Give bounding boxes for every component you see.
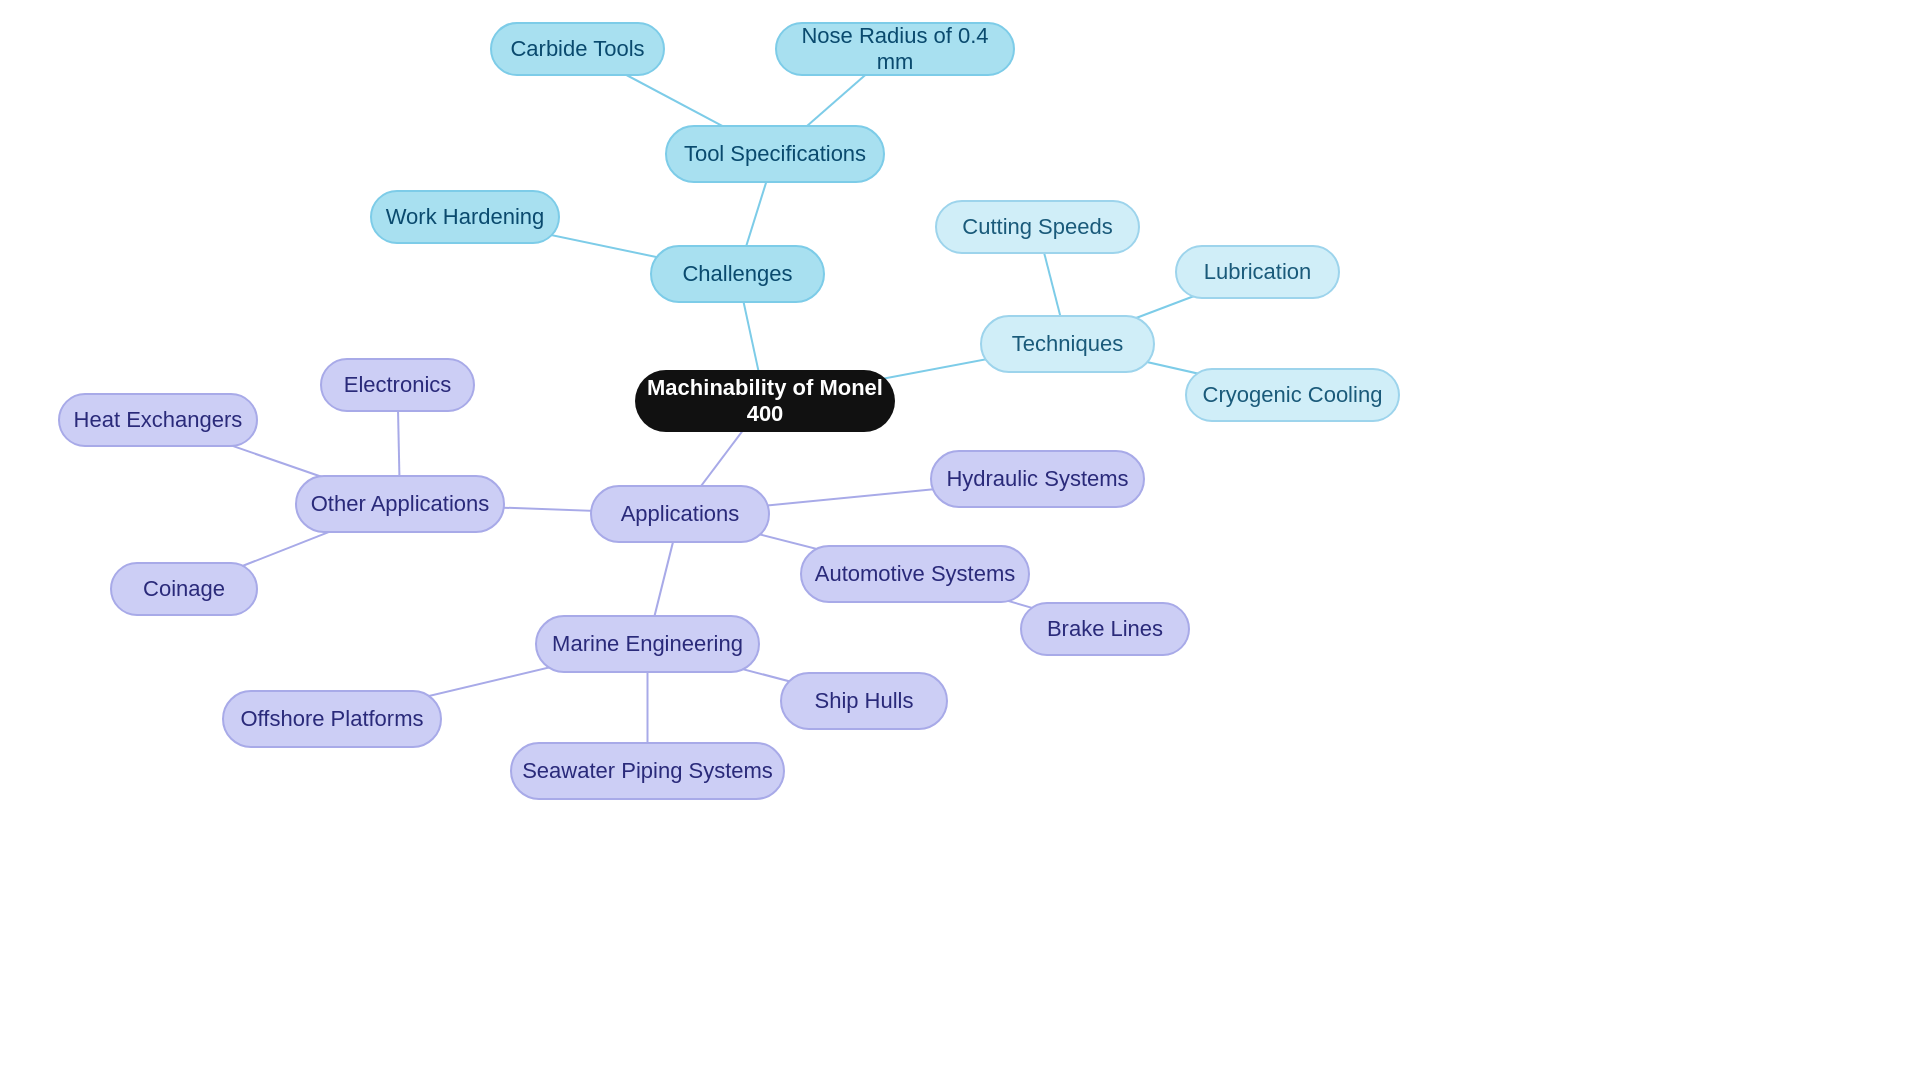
heat-exchangers-label: Heat Exchangers: [66, 407, 251, 433]
hydraulic-systems-node[interactable]: Hydraulic Systems: [930, 450, 1145, 508]
center-label: Machinability of Monel 400: [635, 375, 895, 428]
work-hardening-node[interactable]: Work Hardening: [370, 190, 560, 244]
seawater-piping-node[interactable]: Seawater Piping Systems: [510, 742, 785, 800]
applications-label: Applications: [613, 501, 748, 527]
cryogenic-cooling-node[interactable]: Cryogenic Cooling: [1185, 368, 1400, 422]
offshore-platforms-label: Offshore Platforms: [233, 706, 432, 732]
brake-lines-node[interactable]: Brake Lines: [1020, 602, 1190, 656]
coinage-label: Coinage: [135, 576, 233, 602]
center-node[interactable]: Machinability of Monel 400: [635, 370, 895, 432]
nose-radius-label: Nose Radius of 0.4 mm: [777, 23, 1013, 76]
challenges-node[interactable]: Challenges: [650, 245, 825, 303]
cutting-speeds-label: Cutting Speeds: [954, 214, 1120, 240]
offshore-platforms-node[interactable]: Offshore Platforms: [222, 690, 442, 748]
marine-engineering-label: Marine Engineering: [544, 631, 751, 657]
applications-node[interactable]: Applications: [590, 485, 770, 543]
hydraulic-systems-label: Hydraulic Systems: [938, 466, 1136, 492]
tool-specs-node[interactable]: Tool Specifications: [665, 125, 885, 183]
nose-radius-node[interactable]: Nose Radius of 0.4 mm: [775, 22, 1015, 76]
electronics-label: Electronics: [336, 372, 460, 398]
work-hardening-label: Work Hardening: [378, 204, 553, 230]
lubrication-label: Lubrication: [1196, 259, 1320, 285]
techniques-label: Techniques: [1004, 331, 1131, 357]
heat-exchangers-node[interactable]: Heat Exchangers: [58, 393, 258, 447]
coinage-node[interactable]: Coinage: [110, 562, 258, 616]
other-applications-label: Other Applications: [303, 491, 498, 517]
challenges-label: Challenges: [674, 261, 800, 287]
other-applications-node[interactable]: Other Applications: [295, 475, 505, 533]
seawater-piping-label: Seawater Piping Systems: [514, 758, 781, 784]
cutting-speeds-node[interactable]: Cutting Speeds: [935, 200, 1140, 254]
carbide-tools-label: Carbide Tools: [502, 36, 652, 62]
techniques-node[interactable]: Techniques: [980, 315, 1155, 373]
automotive-systems-node[interactable]: Automotive Systems: [800, 545, 1030, 603]
lubrication-node[interactable]: Lubrication: [1175, 245, 1340, 299]
marine-engineering-node[interactable]: Marine Engineering: [535, 615, 760, 673]
ship-hulls-node[interactable]: Ship Hulls: [780, 672, 948, 730]
carbide-tools-node[interactable]: Carbide Tools: [490, 22, 665, 76]
cryogenic-cooling-label: Cryogenic Cooling: [1195, 382, 1391, 408]
electronics-node[interactable]: Electronics: [320, 358, 475, 412]
ship-hulls-label: Ship Hulls: [806, 688, 921, 714]
brake-lines-label: Brake Lines: [1039, 616, 1171, 642]
automotive-systems-label: Automotive Systems: [807, 561, 1024, 587]
tool-specs-label: Tool Specifications: [676, 141, 874, 167]
